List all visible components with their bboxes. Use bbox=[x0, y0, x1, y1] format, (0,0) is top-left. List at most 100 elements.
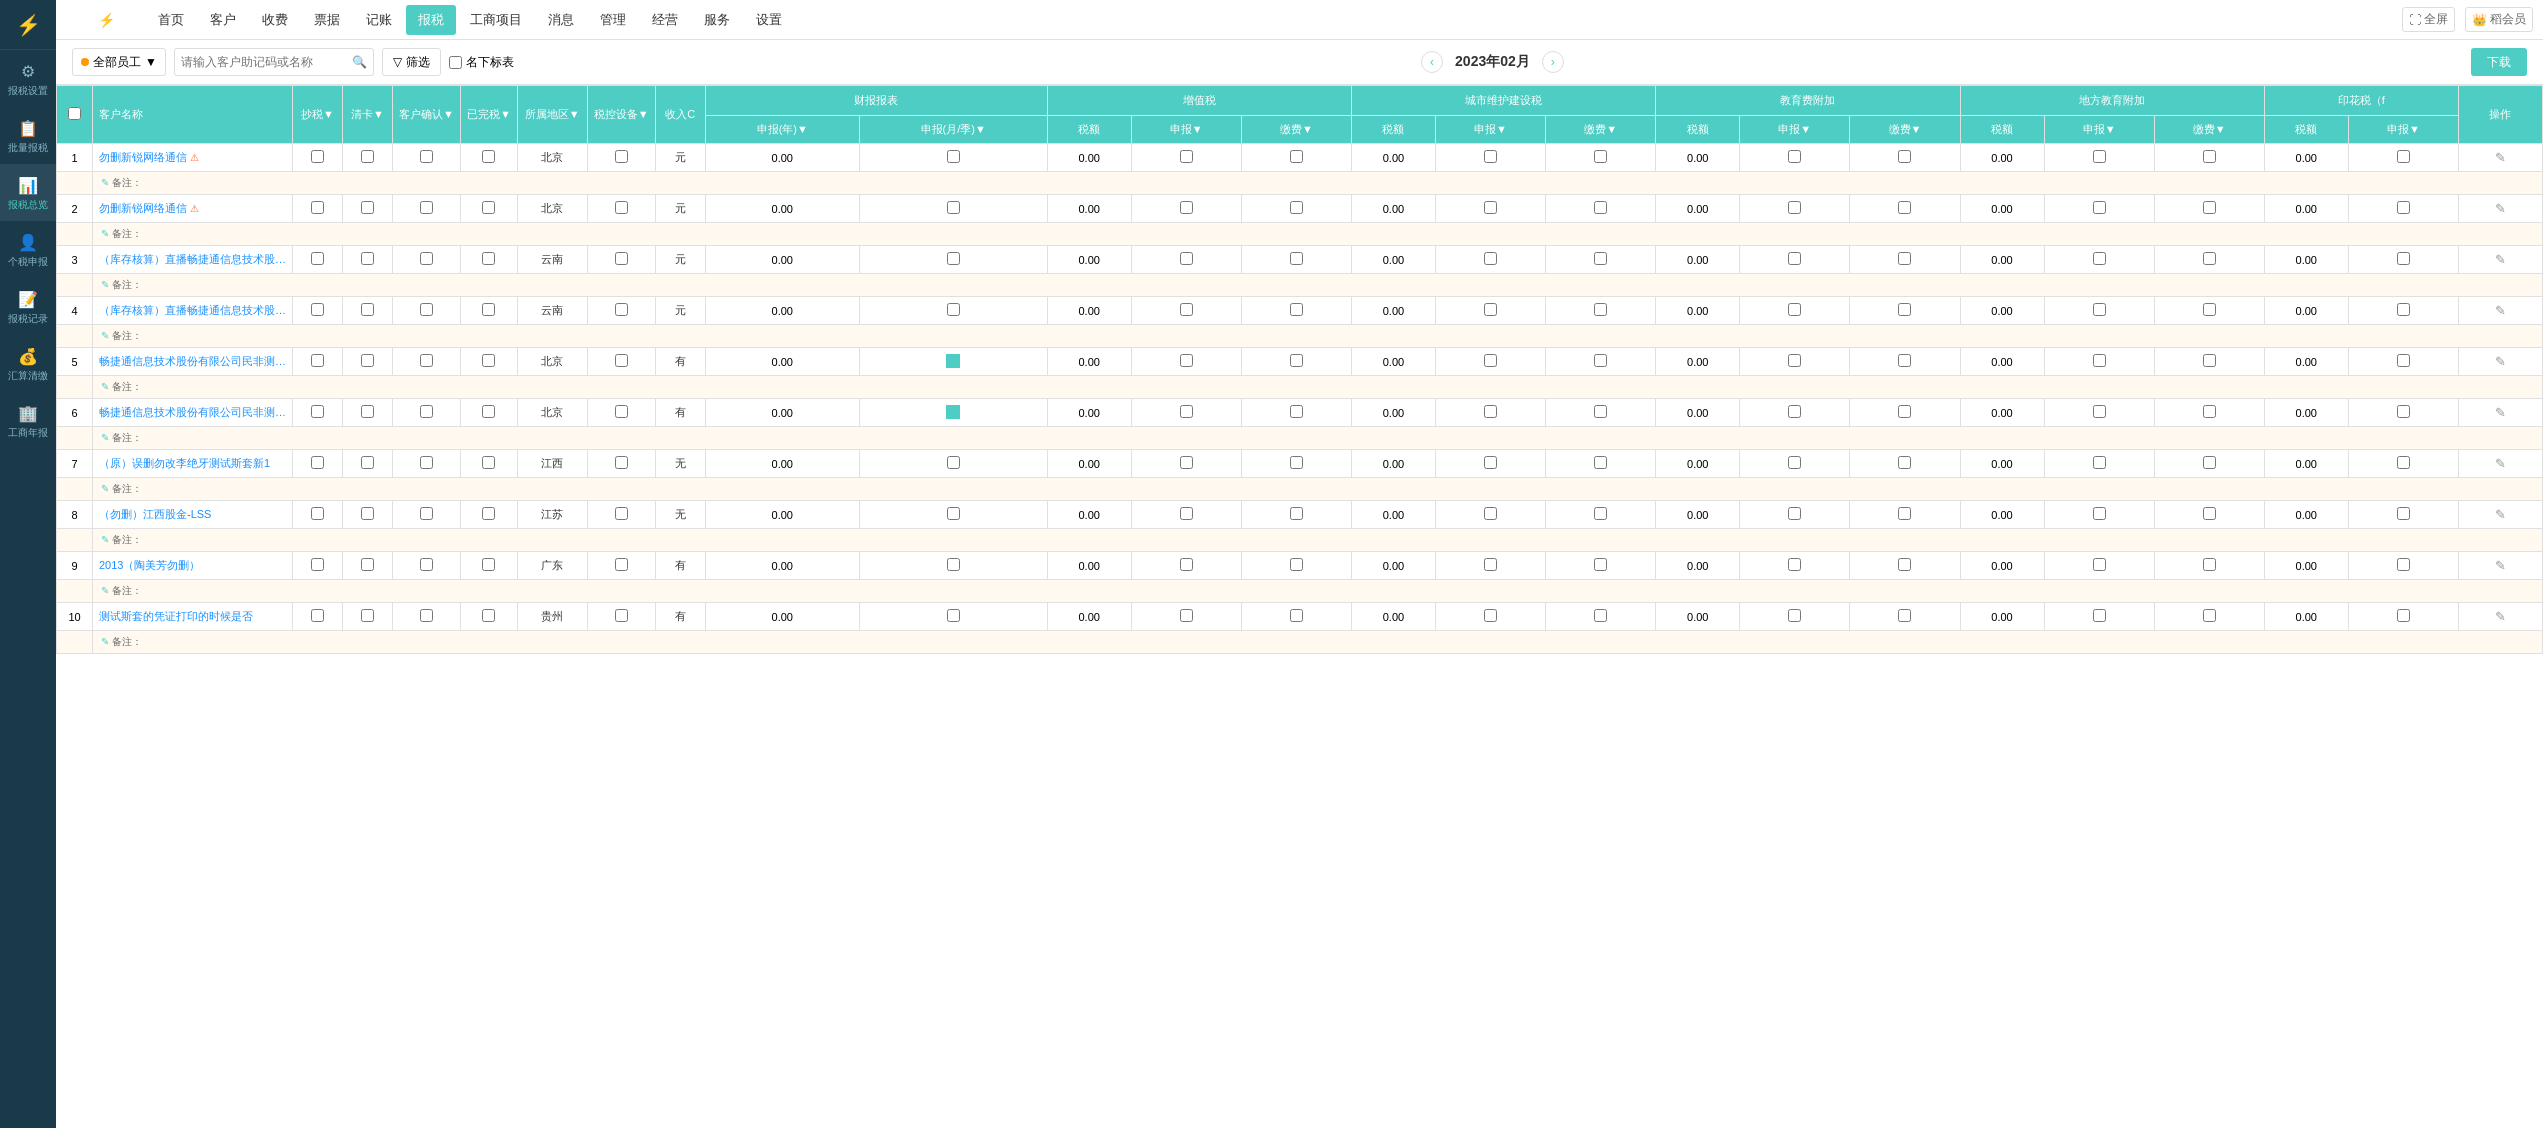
tax-copy-checkbox[interactable] bbox=[311, 456, 324, 469]
stamp-declare-checkbox[interactable] bbox=[2397, 252, 2410, 265]
vat-declare-checkbox[interactable] bbox=[1180, 303, 1193, 316]
next-month-button[interactable]: › bbox=[1542, 51, 1564, 73]
vat-pay-checkbox[interactable] bbox=[1290, 201, 1303, 214]
edit-icon[interactable]: ✎ bbox=[2495, 303, 2506, 318]
clear-card-checkbox[interactable] bbox=[361, 150, 374, 163]
city-declare-checkbox[interactable] bbox=[1484, 201, 1497, 214]
tax-copy-checkbox[interactable] bbox=[311, 150, 324, 163]
nav-billing[interactable]: 收费 bbox=[250, 5, 300, 35]
vat-pay-checkbox[interactable] bbox=[1290, 609, 1303, 622]
city-declare-checkbox[interactable] bbox=[1484, 507, 1497, 520]
name-table-checkbox[interactable] bbox=[449, 56, 462, 69]
clear-card-checkbox[interactable] bbox=[361, 354, 374, 367]
local-declare-checkbox[interactable] bbox=[2093, 252, 2106, 265]
city-declare-checkbox[interactable] bbox=[1484, 354, 1497, 367]
vat-pay-checkbox[interactable] bbox=[1290, 456, 1303, 469]
declared-checkbox[interactable] bbox=[482, 558, 495, 571]
nav-customer[interactable]: 客户 bbox=[198, 5, 248, 35]
edu-declare-checkbox[interactable] bbox=[1788, 405, 1801, 418]
city-pay-checkbox[interactable] bbox=[1594, 150, 1607, 163]
vat-declare-checkbox[interactable] bbox=[1180, 405, 1193, 418]
edit-icon[interactable]: ✎ bbox=[2495, 609, 2506, 624]
row-customer-name[interactable]: 畅捷通信息技术股份有限公司民非测试 ⚠ bbox=[93, 348, 293, 376]
declared-checkbox[interactable] bbox=[482, 150, 495, 163]
confirm-checkbox[interactable] bbox=[420, 507, 433, 520]
city-declare-checkbox[interactable] bbox=[1484, 252, 1497, 265]
city-declare-checkbox[interactable] bbox=[1484, 558, 1497, 571]
local-pay-checkbox[interactable] bbox=[2203, 456, 2216, 469]
nav-business[interactable]: 工商项目 bbox=[458, 5, 534, 35]
local-declare-checkbox[interactable] bbox=[2093, 558, 2106, 571]
stamp-declare-checkbox[interactable] bbox=[2397, 354, 2410, 367]
vat-declare-checkbox[interactable] bbox=[1180, 201, 1193, 214]
local-pay-checkbox[interactable] bbox=[2203, 150, 2216, 163]
local-declare-checkbox[interactable] bbox=[2093, 609, 2106, 622]
monthly-checkbox[interactable] bbox=[947, 252, 960, 265]
monthly-checkbox[interactable] bbox=[947, 201, 960, 214]
edu-declare-checkbox[interactable] bbox=[1788, 507, 1801, 520]
local-pay-checkbox[interactable] bbox=[2203, 609, 2216, 622]
confirm-checkbox[interactable] bbox=[420, 354, 433, 367]
stamp-declare-checkbox[interactable] bbox=[2397, 201, 2410, 214]
row-customer-name[interactable]: 勿删新锐网络通信 ⚠ bbox=[93, 144, 293, 172]
vat-pay-checkbox[interactable] bbox=[1290, 558, 1303, 571]
clear-card-checkbox[interactable] bbox=[361, 405, 374, 418]
local-pay-checkbox[interactable] bbox=[2203, 303, 2216, 316]
tax-equip-checkbox[interactable] bbox=[615, 354, 628, 367]
confirm-checkbox[interactable] bbox=[420, 201, 433, 214]
employee-filter-select[interactable]: 全部员工 ▼ bbox=[72, 48, 166, 76]
nav-home[interactable]: 首页 bbox=[146, 5, 196, 35]
tax-equip-checkbox[interactable] bbox=[615, 558, 628, 571]
city-pay-checkbox[interactable] bbox=[1594, 507, 1607, 520]
edit-icon[interactable]: ✎ bbox=[2495, 456, 2506, 471]
tax-copy-checkbox[interactable] bbox=[311, 558, 324, 571]
edit-icon[interactable]: ✎ bbox=[2495, 507, 2506, 522]
tax-copy-checkbox[interactable] bbox=[311, 303, 324, 316]
tax-copy-checkbox[interactable] bbox=[311, 201, 324, 214]
tax-equip-checkbox[interactable] bbox=[615, 405, 628, 418]
tax-equip-checkbox[interactable] bbox=[615, 507, 628, 520]
edit-icon[interactable]: ✎ bbox=[2495, 150, 2506, 165]
stamp-declare-checkbox[interactable] bbox=[2397, 507, 2410, 520]
vat-pay-checkbox[interactable] bbox=[1290, 252, 1303, 265]
select-all-checkbox[interactable] bbox=[68, 107, 81, 120]
name-table-checkbox-label[interactable]: 名下标表 bbox=[449, 54, 514, 71]
edit-icon[interactable]: ✎ bbox=[2495, 558, 2506, 573]
confirm-checkbox[interactable] bbox=[420, 150, 433, 163]
edu-pay-checkbox[interactable] bbox=[1898, 405, 1911, 418]
edit-icon[interactable]: ✎ bbox=[2495, 252, 2506, 267]
tax-copy-checkbox[interactable] bbox=[311, 507, 324, 520]
edit-icon[interactable]: ✎ bbox=[2495, 354, 2506, 369]
edu-pay-checkbox[interactable] bbox=[1898, 558, 1911, 571]
city-pay-checkbox[interactable] bbox=[1594, 456, 1607, 469]
vat-declare-checkbox[interactable] bbox=[1180, 609, 1193, 622]
clear-card-checkbox[interactable] bbox=[361, 252, 374, 265]
tax-equip-checkbox[interactable] bbox=[615, 609, 628, 622]
confirm-checkbox[interactable] bbox=[420, 558, 433, 571]
declared-checkbox[interactable] bbox=[482, 252, 495, 265]
edu-pay-checkbox[interactable] bbox=[1898, 150, 1911, 163]
nav-service[interactable]: 服务 bbox=[692, 5, 742, 35]
stamp-declare-checkbox[interactable] bbox=[2397, 303, 2410, 316]
row-customer-name[interactable]: 畅捷通信息技术股份有限公司民非测试 ⚠ bbox=[93, 399, 293, 427]
declared-checkbox[interactable] bbox=[482, 456, 495, 469]
edu-pay-checkbox[interactable] bbox=[1898, 201, 1911, 214]
sidebar-item-batch-tax[interactable]: 📋 批量报税 bbox=[0, 107, 56, 164]
edu-pay-checkbox[interactable] bbox=[1898, 354, 1911, 367]
confirm-checkbox[interactable] bbox=[420, 405, 433, 418]
clear-card-checkbox[interactable] bbox=[361, 558, 374, 571]
city-pay-checkbox[interactable] bbox=[1594, 354, 1607, 367]
tax-copy-checkbox[interactable] bbox=[311, 252, 324, 265]
sidebar-item-personal-tax[interactable]: 👤 个税申报 bbox=[0, 221, 56, 278]
nav-messages[interactable]: 消息 bbox=[536, 5, 586, 35]
sidebar-item-tax-overview[interactable]: 📊 报税总览 bbox=[0, 164, 56, 221]
row-customer-name[interactable]: 勿删新锐网络通信 ⚠ bbox=[93, 195, 293, 223]
member-button[interactable]: 👑 稻会员 bbox=[2465, 7, 2533, 32]
tax-equip-checkbox[interactable] bbox=[615, 303, 628, 316]
fullscreen-button[interactable]: ⛶ 全屏 bbox=[2402, 7, 2455, 32]
tax-equip-checkbox[interactable] bbox=[615, 456, 628, 469]
city-declare-checkbox[interactable] bbox=[1484, 405, 1497, 418]
filter-button[interactable]: ▽ 筛选 bbox=[382, 48, 441, 76]
city-pay-checkbox[interactable] bbox=[1594, 201, 1607, 214]
row-customer-name[interactable]: 测试斯套的凭证打印的时候是否 bbox=[93, 603, 293, 631]
